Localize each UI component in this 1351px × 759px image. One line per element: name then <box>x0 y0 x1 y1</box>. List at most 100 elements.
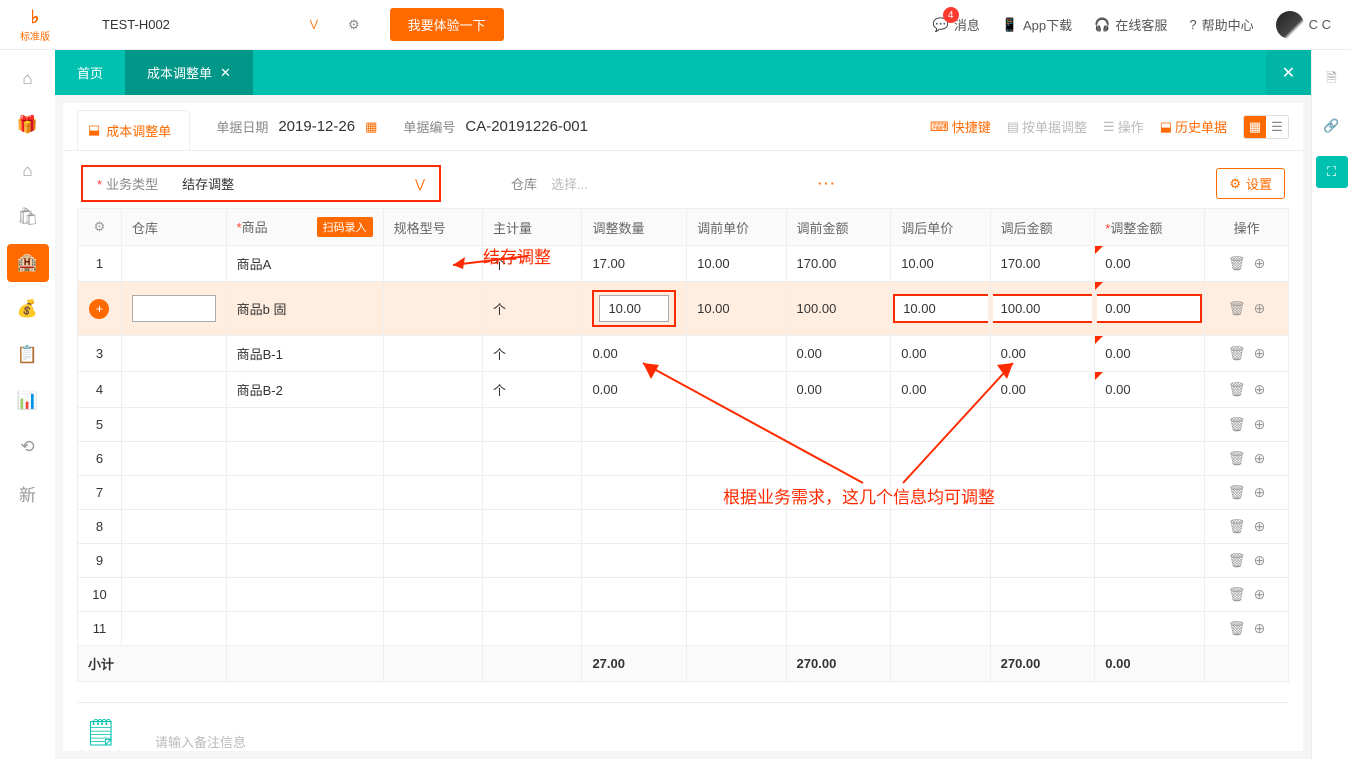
cell-qty[interactable]: 0.00 <box>582 372 687 408</box>
cell-spec[interactable] <box>383 476 482 510</box>
cell-product[interactable] <box>226 442 383 476</box>
cell-warehouse[interactable] <box>121 336 226 372</box>
copy-icon[interactable]: ⊕ <box>1254 552 1266 568</box>
cell-adjust[interactable] <box>1095 476 1205 510</box>
scan-button[interactable]: 扫码录入 <box>317 217 373 237</box>
dock-link[interactable]: 🔗 <box>1316 110 1348 142</box>
cell-spec[interactable] <box>383 612 482 646</box>
cell-warehouse[interactable] <box>121 476 226 510</box>
copy-icon[interactable]: ⊕ <box>1254 255 1266 271</box>
cell-spec[interactable] <box>383 408 482 442</box>
cell-qty[interactable]: 10.00 <box>582 282 687 336</box>
cell-product[interactable]: 商品b 固 <box>226 282 383 336</box>
cell-adjust[interactable]: 0.00 <box>1095 246 1205 282</box>
table-row[interactable]: 8🗑⊕ <box>78 510 1289 544</box>
nav-report[interactable]: 📊 <box>7 382 49 420</box>
try-button[interactable]: 我要体验一下 <box>390 8 504 41</box>
delete-icon[interactable]: 🗑 <box>1228 450 1246 466</box>
messages-link[interactable]: 💬 4 消息 <box>933 15 980 34</box>
table-row[interactable]: 9🗑⊕ <box>78 544 1289 578</box>
warehouse-filter[interactable]: 仓库 选择... <box>511 174 588 193</box>
cell-product[interactable] <box>226 544 383 578</box>
delete-icon[interactable]: 🗑 <box>1228 620 1246 636</box>
history-link[interactable]: ⬓历史单据 <box>1160 117 1227 136</box>
cell-adjust[interactable]: 0.00 <box>1095 282 1205 336</box>
table-row[interactable]: 3商品B-1个0.000.000.000.000.00🗑⊕ <box>78 336 1289 372</box>
table-row[interactable]: 5🗑⊕ <box>78 408 1289 442</box>
cell-post-amount[interactable]: 100.00 <box>990 282 1095 336</box>
cell-post-amount[interactable] <box>990 612 1095 646</box>
copy-icon[interactable]: ⊕ <box>1254 586 1266 602</box>
copy-icon[interactable]: ⊕ <box>1254 484 1266 500</box>
cell-adjust[interactable] <box>1095 442 1205 476</box>
cell-adjust[interactable]: 0.00 <box>1095 372 1205 408</box>
copy-icon[interactable]: ⊕ <box>1254 518 1266 534</box>
nav-bag[interactable]: 🛍 <box>7 198 49 236</box>
online-service-link[interactable]: 🎧 在线客服 <box>1094 15 1167 34</box>
cell-post-amount[interactable]: 170.00 <box>990 246 1095 282</box>
gear-icon[interactable]: ⚙ <box>348 17 360 33</box>
cell-adjust[interactable] <box>1095 544 1205 578</box>
cell-post-amount[interactable]: 0.00 <box>990 336 1095 372</box>
delete-icon[interactable]: 🗑 <box>1228 345 1246 361</box>
cell-spec[interactable] <box>383 336 482 372</box>
cell-post-amount[interactable] <box>990 442 1095 476</box>
delete-icon[interactable]: 🗑 <box>1228 381 1246 397</box>
business-type-select[interactable]: *业务类型 结存调整 ⋁ <box>81 165 441 202</box>
copy-icon[interactable]: ⊕ <box>1254 450 1266 466</box>
delete-icon[interactable]: 🗑 <box>1228 484 1246 500</box>
cell-post-amount[interactable] <box>990 476 1095 510</box>
cell-qty[interactable] <box>582 612 687 646</box>
nav-new[interactable]: 新 <box>7 474 49 512</box>
cell-warehouse[interactable] <box>121 578 226 612</box>
copy-icon[interactable]: ⊕ <box>1254 345 1266 361</box>
table-row[interactable]: 7🗑⊕ <box>78 476 1289 510</box>
cell-qty[interactable] <box>582 442 687 476</box>
cell-product[interactable]: 商品B-2 <box>226 372 383 408</box>
cell-spec[interactable] <box>383 282 482 336</box>
copy-icon[interactable]: ⊕ <box>1254 381 1266 397</box>
cell-spec[interactable] <box>383 246 482 282</box>
th-gear[interactable]: ⚙ <box>78 209 122 246</box>
shortcuts-link[interactable]: ⌨快捷键 <box>930 117 991 136</box>
cell-qty[interactable] <box>582 408 687 442</box>
cell-post-price[interactable] <box>891 476 990 510</box>
cell-post-price[interactable]: 10.00 <box>891 246 990 282</box>
cell-post-price[interactable]: 0.00 <box>891 336 990 372</box>
cell-product[interactable] <box>226 510 383 544</box>
cell-product[interactable] <box>226 408 383 442</box>
by-doc-adjust-link[interactable]: ▤按单据调整 <box>1007 117 1087 136</box>
delete-icon[interactable]: 🗑 <box>1228 300 1246 316</box>
cell-adjust[interactable] <box>1095 578 1205 612</box>
copy-icon[interactable]: ⊕ <box>1254 620 1266 636</box>
calendar-icon[interactable]: ▦ <box>365 119 377 135</box>
cell-post-price[interactable] <box>891 408 990 442</box>
cell-adjust[interactable] <box>1095 408 1205 442</box>
cell-post-amount[interactable] <box>990 578 1095 612</box>
nav-gift[interactable]: 🎁 <box>7 106 49 144</box>
copy-icon[interactable]: ⊕ <box>1254 300 1266 316</box>
cell-product[interactable]: 商品B-1 <box>226 336 383 372</box>
delete-icon[interactable]: 🗑 <box>1228 255 1246 271</box>
table-row[interactable]: 4商品B-2个0.000.000.000.000.00🗑⊕ <box>78 372 1289 408</box>
cell-post-price[interactable]: 0.00 <box>891 372 990 408</box>
nav-clipboard[interactable]: 📋 <box>7 336 49 374</box>
cell-product[interactable] <box>226 578 383 612</box>
cell-post-price[interactable] <box>891 442 990 476</box>
operation-link[interactable]: ☰操作 <box>1103 117 1144 136</box>
cell-warehouse[interactable] <box>121 246 226 282</box>
cell-post-amount[interactable] <box>990 510 1095 544</box>
table-row[interactable]: 11🗑⊕ <box>78 612 1289 646</box>
cell-product[interactable] <box>226 612 383 646</box>
copy-icon[interactable]: ⊕ <box>1254 416 1266 432</box>
add-icon[interactable]: + <box>89 299 109 319</box>
cell-spec[interactable] <box>383 372 482 408</box>
cell-warehouse[interactable] <box>121 408 226 442</box>
more-icon[interactable]: ··· <box>818 176 837 191</box>
nav-warehouse[interactable]: 🏨 <box>7 244 49 282</box>
cell-warehouse[interactable] <box>121 442 226 476</box>
cell-spec[interactable] <box>383 544 482 578</box>
help-center-link[interactable]: ? 帮助中心 <box>1189 15 1253 34</box>
cell-warehouse[interactable] <box>121 282 226 336</box>
dock-expand[interactable]: ⛶ <box>1316 156 1348 188</box>
